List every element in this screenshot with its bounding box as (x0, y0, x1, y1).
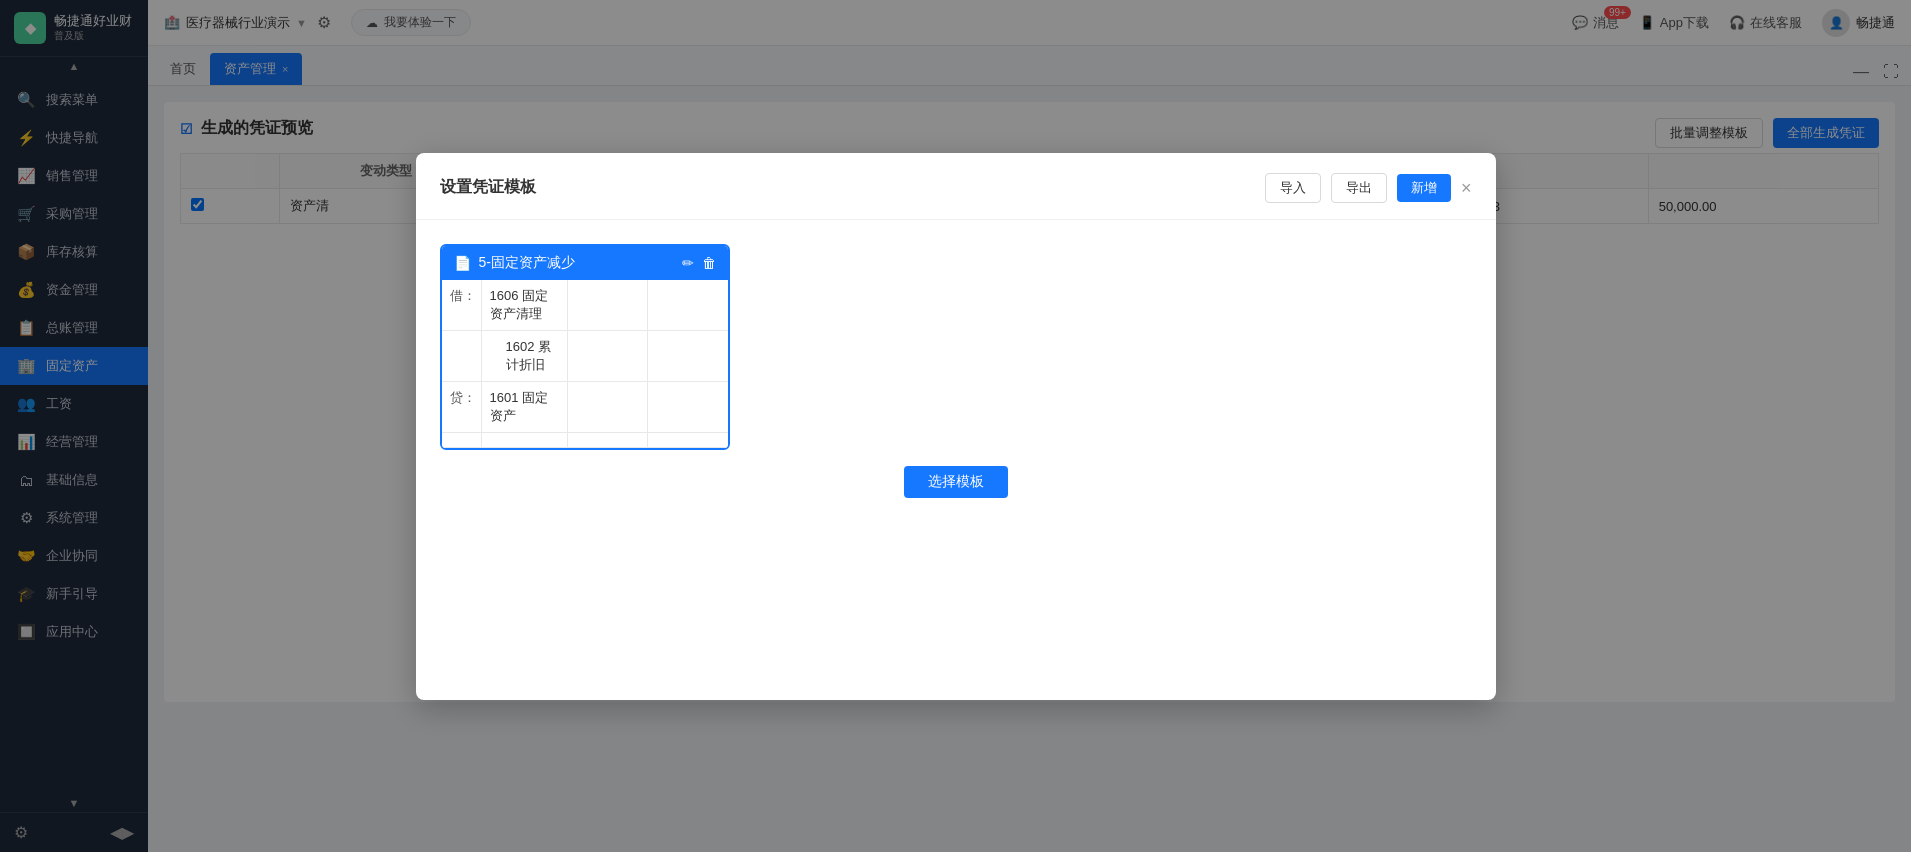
template-card-actions: ✏ 🗑 (682, 255, 716, 271)
modal-body: 📄 5-固定资产减少 ✏ 🗑 借： 1606 固定资产清理 (416, 220, 1496, 700)
modal-header: 设置凭证模板 导入 导出 新增 × (416, 153, 1496, 220)
tc-credit-4 (648, 433, 728, 447)
import-btn[interactable]: 导入 (1265, 173, 1321, 203)
select-template-btn[interactable]: 选择模板 (904, 466, 1008, 498)
tc-credit-2 (648, 331, 728, 381)
tc-dir-3: 贷： (442, 382, 482, 432)
modal-header-actions: 导入 导出 新增 × (1265, 173, 1472, 203)
template-row-1: 借： 1606 固定资产清理 (442, 280, 728, 331)
tc-credit-3 (648, 382, 728, 432)
edit-template-icon[interactable]: ✏ (682, 255, 694, 271)
tc-debit-4 (568, 433, 648, 447)
tc-account-3: 1601 固定资产 (482, 382, 568, 432)
modal-title: 设置凭证模板 (440, 177, 536, 198)
modal-overlay[interactable]: 设置凭证模板 导入 导出 新增 × 📄 5-固定资产减少 ✏ 🗑 (0, 0, 1911, 852)
tc-debit-3 (568, 382, 648, 432)
modal-close-btn[interactable]: × (1461, 179, 1472, 197)
tc-credit-1 (648, 280, 728, 330)
tc-debit-2 (568, 331, 648, 381)
tc-dir-1: 借： (442, 280, 482, 330)
tc-account-4 (482, 433, 568, 447)
template-card-header-left: 📄 5-固定资产减少 (454, 254, 575, 272)
template-doc-icon: 📄 (454, 255, 471, 271)
delete-template-icon[interactable]: 🗑 (702, 255, 716, 271)
template-card-header: 📄 5-固定资产减少 ✏ 🗑 (442, 246, 728, 280)
tc-account-1: 1606 固定资产清理 (482, 280, 568, 330)
template-row-3: 贷： 1601 固定资产 (442, 382, 728, 433)
template-row-4 (442, 433, 728, 448)
tc-dir-4 (442, 433, 482, 447)
tc-dir-2 (442, 331, 482, 381)
tc-debit-1 (568, 280, 648, 330)
template-name: 5-固定资产减少 (479, 254, 575, 272)
new-btn[interactable]: 新增 (1397, 174, 1451, 202)
export-btn[interactable]: 导出 (1331, 173, 1387, 203)
template-card-body: 借： 1606 固定资产清理 1602 累计折旧 贷： (442, 280, 728, 448)
tc-account-2: 1602 累计折旧 (482, 331, 568, 381)
template-row-2: 1602 累计折旧 (442, 331, 728, 382)
modal: 设置凭证模板 导入 导出 新增 × 📄 5-固定资产减少 ✏ 🗑 (416, 153, 1496, 700)
template-card: 📄 5-固定资产减少 ✏ 🗑 借： 1606 固定资产清理 (440, 244, 730, 450)
